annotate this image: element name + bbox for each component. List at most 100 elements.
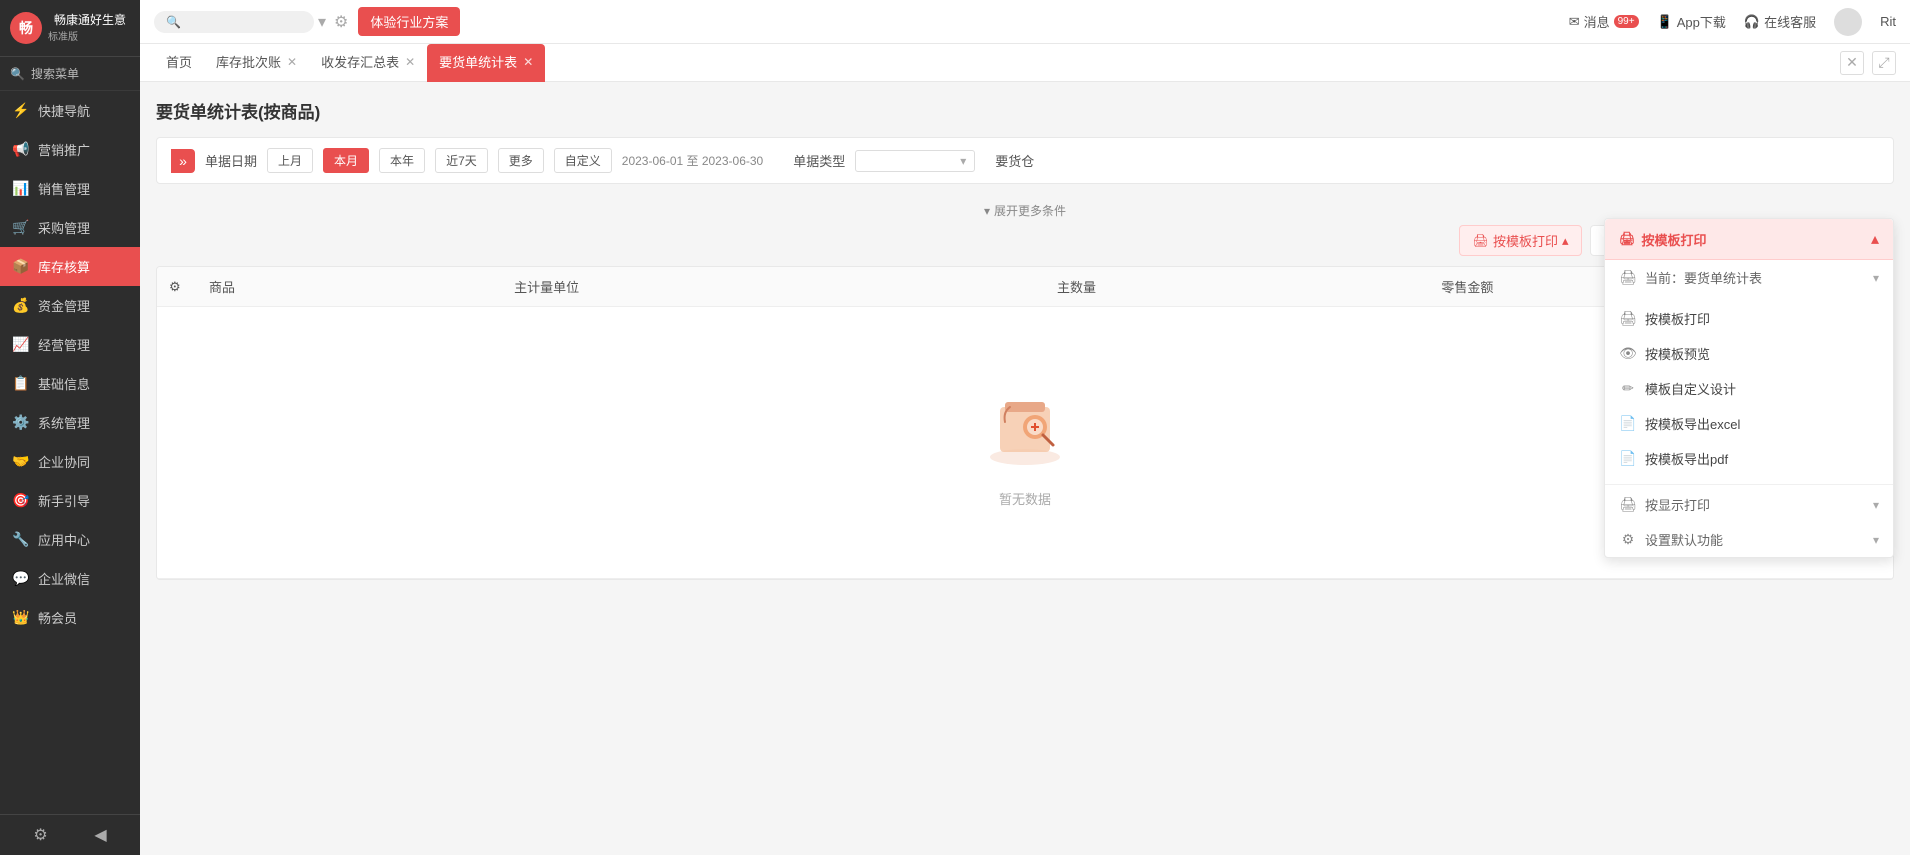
date-filter-7days[interactable]: 近7天	[435, 148, 488, 173]
dropdown-item-template-preview[interactable]: 👁 按模板预览	[1605, 336, 1893, 371]
tab-inventory-batch-label: 库存批次账	[216, 52, 281, 71]
sidebar-item-enterprise[interactable]: 🤝 企业协同	[0, 442, 140, 481]
sidebar-item-inventory[interactable]: 📦 库存核算	[0, 247, 140, 286]
dropdown-set-default[interactable]: ⚙ 设置默认功能 ▾	[1605, 522, 1893, 557]
sidebar-footer: ⚙ ◀	[0, 814, 140, 855]
tab-receivable-label: 收发存汇总表	[321, 52, 399, 71]
order-type-select[interactable]: ▾	[855, 150, 975, 172]
date-filter-this-year[interactable]: 本年	[379, 148, 425, 173]
app-name: 畅康通好生意	[54, 13, 126, 29]
sidebar-item-guide[interactable]: 🎯 新手引导	[0, 481, 140, 520]
search-icon: 🔍	[10, 67, 25, 81]
tab-home[interactable]: 首页	[154, 44, 204, 82]
sidebar-item-operation[interactable]: 📈 经营管理	[0, 325, 140, 364]
topbar-search-icon: 🔍	[166, 15, 181, 29]
dropdown-display-print[interactable]: 🖨 按显示打印 ▾	[1605, 487, 1893, 522]
tab-expand-btn[interactable]: ⤢	[1872, 51, 1896, 75]
tab-receivable-close[interactable]: ✕	[405, 55, 415, 69]
dropdown-current-arrow: ▾	[1873, 271, 1879, 285]
member-icon: 👑	[12, 609, 30, 627]
messages-btn[interactable]: ✉ 消息 99+	[1569, 12, 1639, 31]
online-support-btn[interactable]: 🎧 在线客服	[1744, 12, 1816, 31]
sidebar-item-quick-nav[interactable]: ⚡ 快捷导航	[0, 91, 140, 130]
dropdown-title-text: 按模板打印	[1642, 230, 1707, 249]
dropdown-current-item[interactable]: 🖨 当前：要货单统计表 ▾	[1605, 260, 1893, 295]
sidebar-item-member[interactable]: 👑 畅会员	[0, 598, 140, 637]
filter-row-date: » 单据日期 上月 本月 本年 近7天 更多 自定义 2023-06-01 至 …	[171, 148, 1879, 173]
date-filter-this-month[interactable]: 本月	[323, 148, 369, 173]
template-print-label: 按模板打印	[1493, 231, 1558, 250]
sidebar-item-label: 基础信息	[38, 374, 90, 393]
dropdown-display-print-label: 按显示打印	[1645, 495, 1710, 514]
tab-order-stats[interactable]: 要货单统计表 ✕	[427, 44, 545, 82]
th-qty: 主数量	[1045, 267, 1429, 307]
collapse-btn[interactable]: ◀	[94, 825, 106, 845]
user-avatar[interactable]	[1834, 8, 1862, 36]
dropdown-set-default-left: ⚙ 设置默认功能	[1619, 530, 1723, 549]
dropdown-item-export-pdf[interactable]: 📄 按模板导出pdf	[1605, 441, 1893, 476]
date-filter-custom[interactable]: 自定义	[554, 148, 612, 173]
sidebar-item-marketing[interactable]: 📢 营销推广	[0, 130, 140, 169]
sidebar-item-purchase[interactable]: 🛒 采购管理	[0, 208, 140, 247]
dropdown-current-left: 🖨 当前：要货单统计表	[1619, 268, 1762, 287]
sidebar-item-appstore[interactable]: 🔧 应用中心	[0, 520, 140, 559]
dropdown-expand-btn[interactable]: ▴	[1871, 229, 1879, 249]
username: Rit	[1880, 14, 1896, 29]
dropdown-export-excel-icon: 📄	[1619, 415, 1637, 432]
expand-more-icon: ▾	[984, 204, 990, 218]
marketing-icon: 📢	[12, 141, 30, 159]
date-filter-last-month[interactable]: 上月	[267, 148, 313, 173]
app-download-btn[interactable]: 📱 App下载	[1657, 12, 1726, 31]
filter-expand-icon[interactable]: »	[171, 149, 195, 173]
purchase-icon: 🛒	[12, 219, 30, 237]
tab-close-btn[interactable]: ✕	[1840, 51, 1864, 75]
tab-inventory-batch[interactable]: 库存批次账 ✕	[204, 44, 309, 82]
operation-icon: 📈	[12, 336, 30, 354]
messages-badge: 99+	[1614, 15, 1639, 28]
sidebar-item-basic[interactable]: 📋 基础信息	[0, 364, 140, 403]
sidebar-item-label: 销售管理	[38, 179, 90, 198]
empty-text: 暂无数据	[999, 489, 1051, 508]
sidebar-item-label: 应用中心	[38, 530, 90, 549]
dropdown-header-actions: ▴	[1871, 229, 1879, 249]
dropdown-item-template-print[interactable]: 🖨 按模板打印	[1605, 301, 1893, 336]
tab-receivable[interactable]: 收发存汇总表 ✕	[309, 44, 427, 82]
sidebar-item-wechat[interactable]: 💬 企业微信	[0, 559, 140, 598]
dropdown-current-label: 当前：要货单统计表	[1645, 268, 1762, 287]
expand-more-label: 展开更多条件	[994, 202, 1066, 219]
template-print-btn[interactable]: 🖨 按模板打印 ▴	[1459, 225, 1581, 256]
dropdown-item-template-custom[interactable]: ✏ 模板自定义设计	[1605, 371, 1893, 406]
goods-filter-label: 要货仓	[995, 151, 1034, 170]
topbar-nav-dropdown[interactable]: ▾	[318, 12, 326, 32]
page-title: 要货单统计表(按商品)	[156, 98, 1894, 123]
tab-order-stats-close[interactable]: ✕	[523, 55, 533, 69]
experience-btn[interactable]: 体验行业方案	[358, 7, 460, 36]
dropdown-item-template-custom-label: 模板自定义设计	[1645, 379, 1736, 398]
sidebar-search[interactable]: 🔍 搜索菜单	[0, 57, 140, 91]
tab-inventory-batch-close[interactable]: ✕	[287, 55, 297, 69]
sidebar-item-label: 企业协同	[38, 452, 90, 471]
sidebar-item-system[interactable]: ⚙️ 系统管理	[0, 403, 140, 442]
dropdown-item-export-excel[interactable]: 📄 按模板导出excel	[1605, 406, 1893, 441]
dropdown-display-print-icon: 🖨	[1619, 496, 1637, 513]
date-filter-more[interactable]: 更多	[498, 148, 544, 173]
sidebar-item-finance[interactable]: 💰 资金管理	[0, 286, 140, 325]
main-area: 🔍 ▾ ⚙ 体验行业方案 ✉ 消息 99+ 📱 App下载 🎧 在线客服 Rit	[140, 0, 1910, 855]
dropdown-template-print-icon: 🖨	[1619, 310, 1637, 327]
dropdown-divider	[1605, 484, 1893, 485]
topbar: 🔍 ▾ ⚙ 体验行业方案 ✉ 消息 99+ 📱 App下载 🎧 在线客服 Rit	[140, 0, 1910, 44]
th-settings-icon[interactable]: ⚙	[169, 279, 181, 294]
app-logo-icon: 畅	[10, 12, 42, 44]
dropdown-template-preview-icon: 👁	[1619, 345, 1637, 362]
dropdown-template-custom-icon: ✏	[1619, 380, 1637, 397]
topbar-settings-icon[interactable]: ⚙	[334, 12, 348, 32]
system-icon: ⚙️	[12, 414, 30, 432]
dropdown-item-template-preview-label: 按模板预览	[1645, 344, 1710, 363]
topbar-search[interactable]: 🔍	[154, 11, 314, 33]
tab-home-label: 首页	[166, 52, 192, 71]
sidebar-item-sales[interactable]: 📊 销售管理	[0, 169, 140, 208]
tab-order-stats-label: 要货单统计表	[439, 52, 517, 71]
dropdown-item-template-print-label: 按模板打印	[1645, 309, 1710, 328]
sidebar-item-label: 资金管理	[38, 296, 90, 315]
settings-btn[interactable]: ⚙	[33, 825, 47, 845]
